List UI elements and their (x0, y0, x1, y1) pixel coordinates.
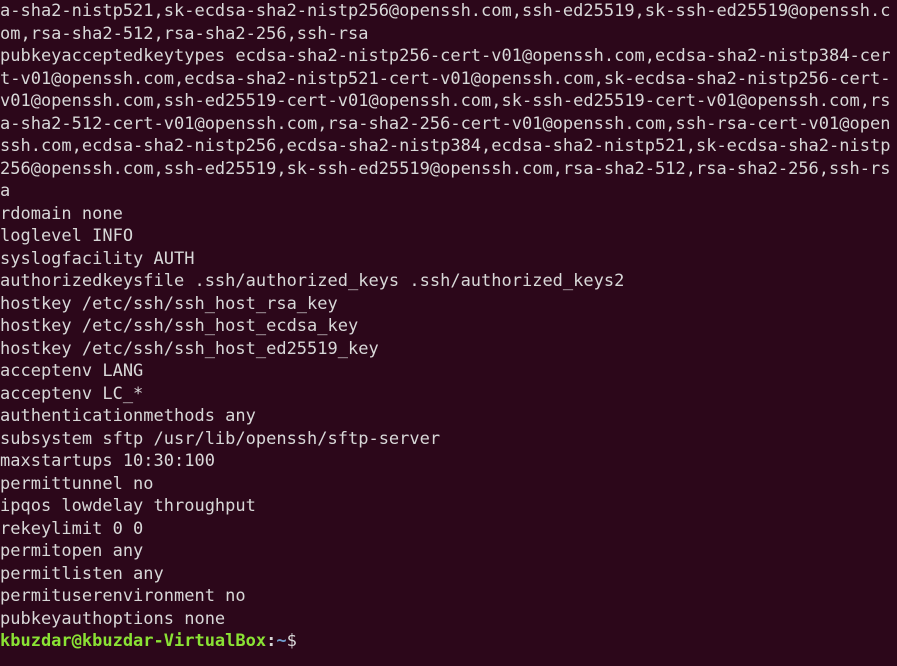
terminal-output: a-sha2-nistp521,sk-ecdsa-sha2-nistp256@o… (0, 0, 897, 630)
terminal-window[interactable]: a-sha2-nistp521,sk-ecdsa-sha2-nistp256@o… (0, 0, 897, 653)
prompt-path: ~ (276, 631, 286, 651)
prompt-separator: : (266, 631, 276, 651)
prompt-dollar: $ (287, 631, 307, 651)
shell-prompt: kbuzdar@kbuzdar-VirtualBox:~$ (0, 631, 307, 651)
prompt-user-host: kbuzdar@kbuzdar-VirtualBox (0, 631, 266, 651)
